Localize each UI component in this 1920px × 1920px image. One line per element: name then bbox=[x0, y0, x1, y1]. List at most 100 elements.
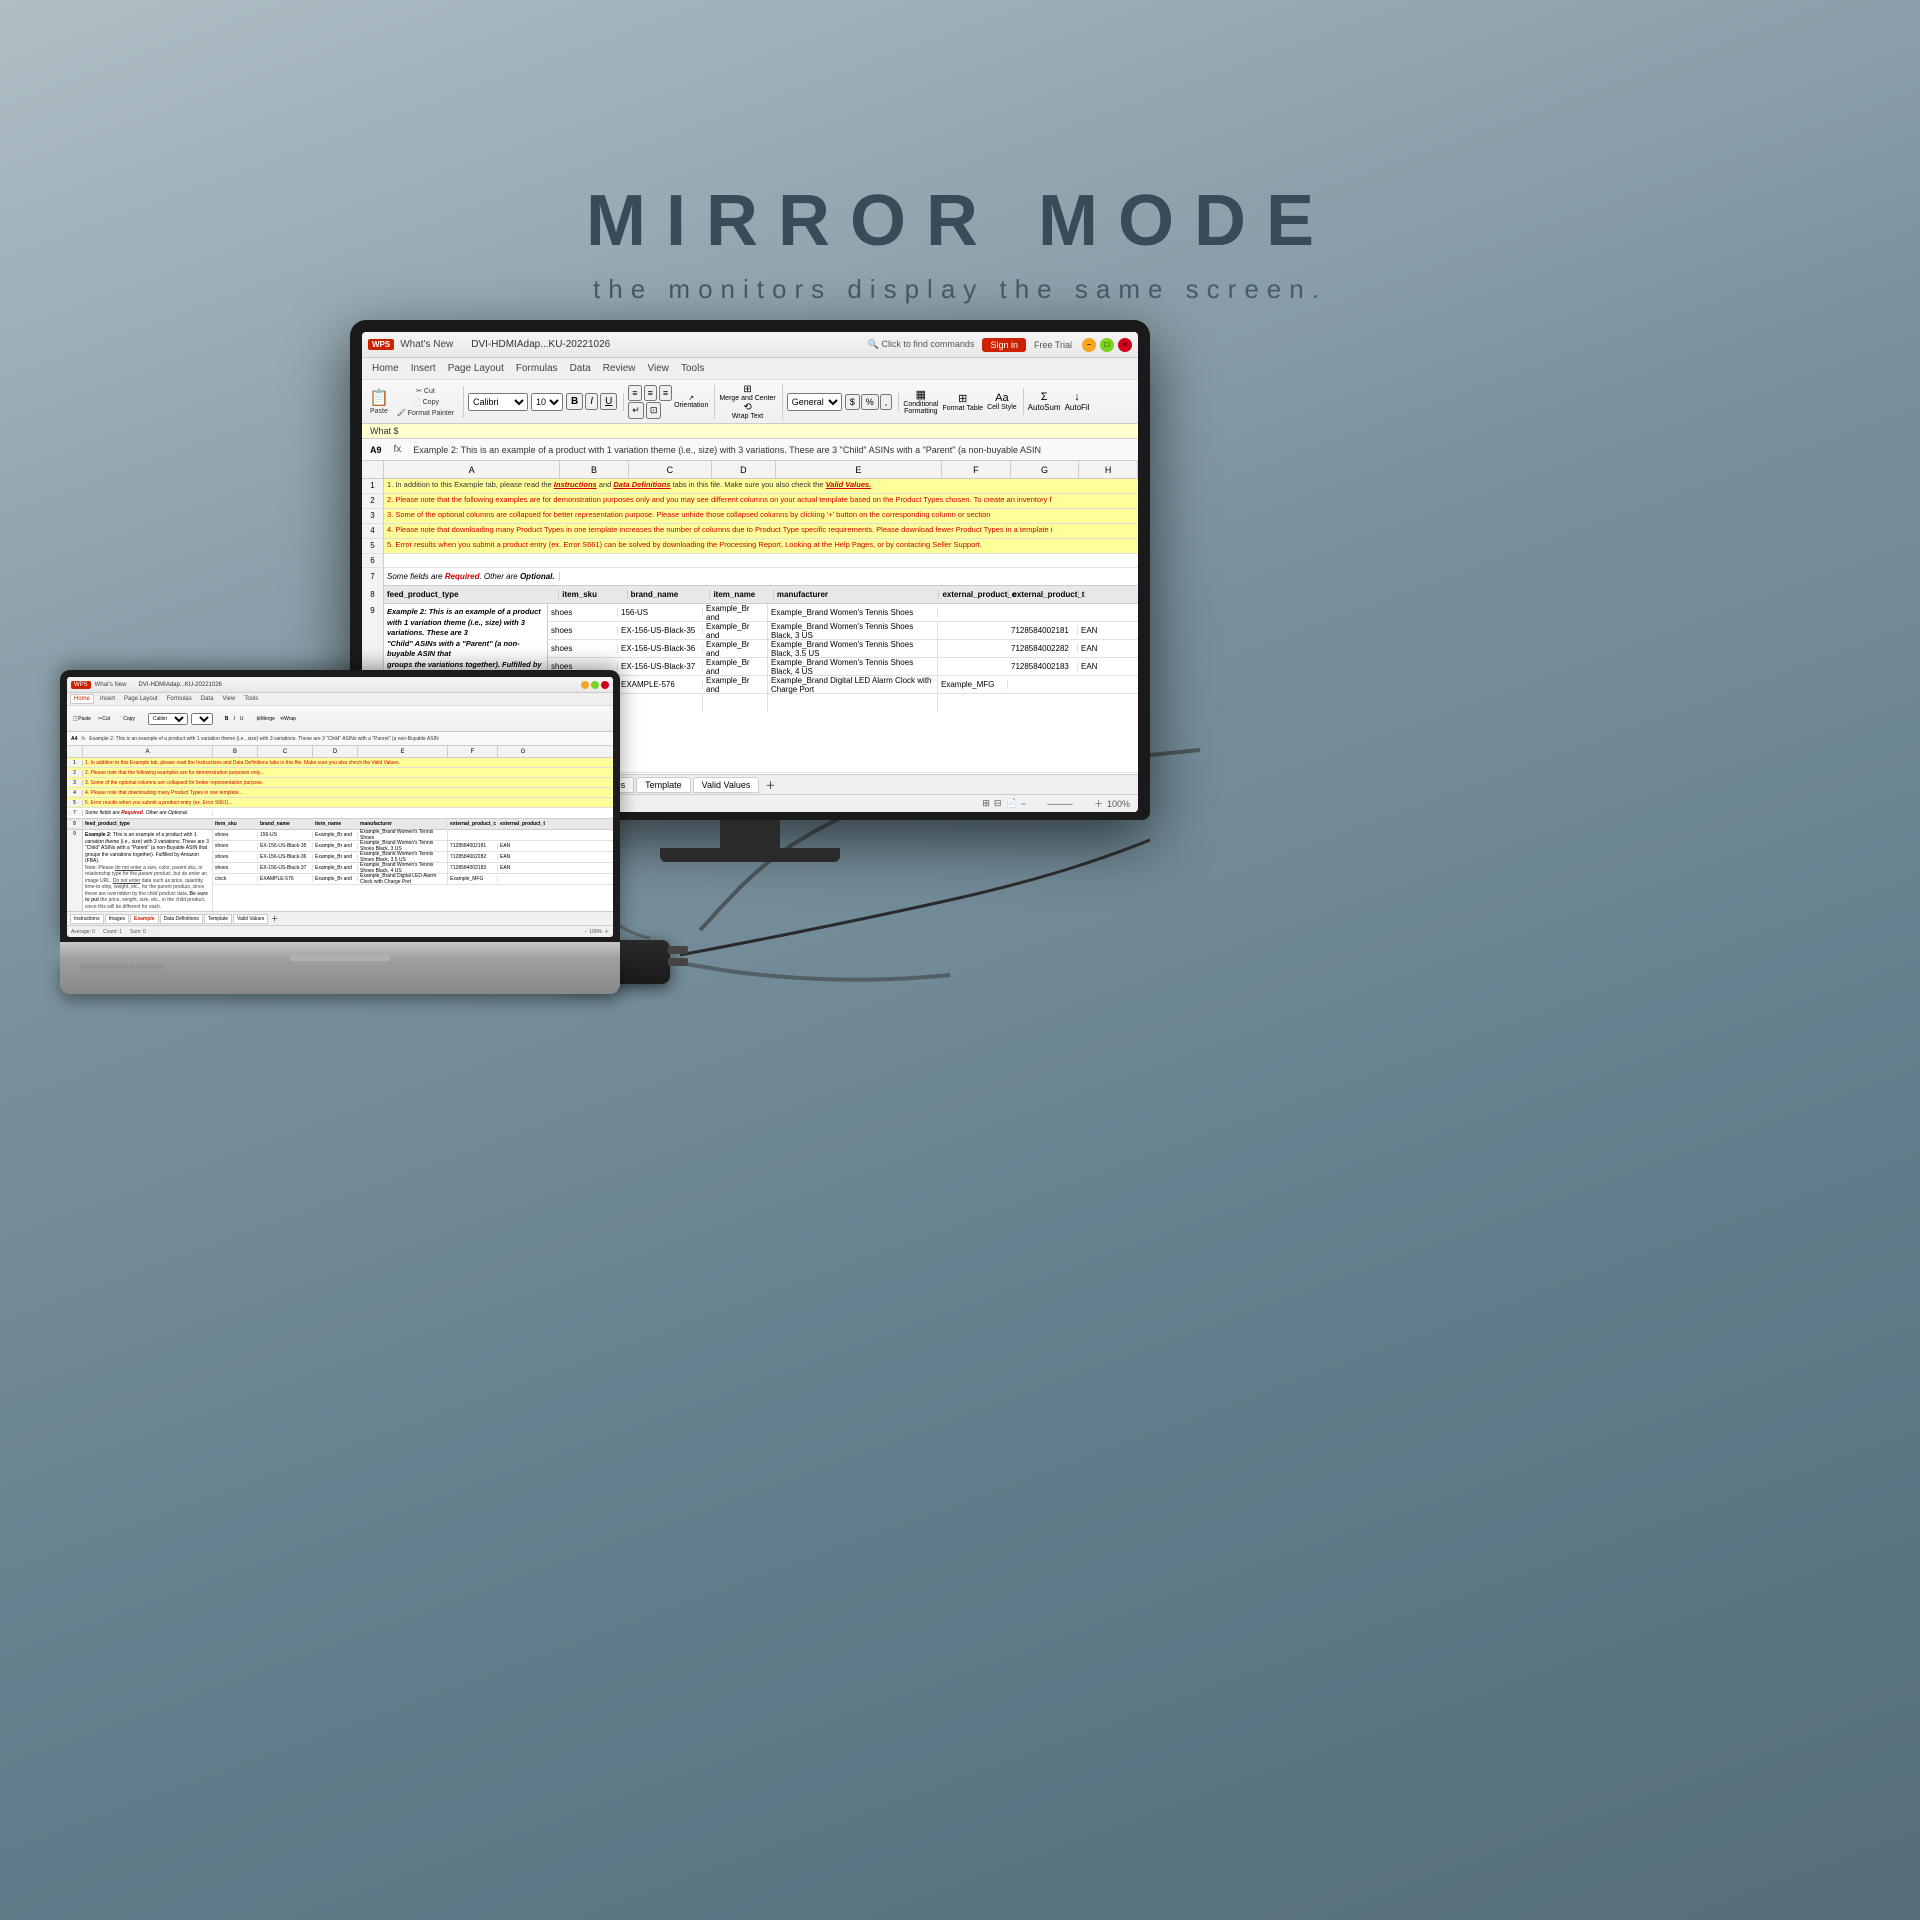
column-headers: A B C D E F G H bbox=[362, 461, 1138, 479]
laptop-zoom: − 100% ＋ bbox=[584, 928, 609, 935]
laptop-italic-btn[interactable]: I bbox=[233, 715, 236, 723]
hdmi-port-1 bbox=[668, 946, 688, 954]
laptop-zoom-in[interactable]: ＋ bbox=[604, 928, 609, 935]
cut-copy-group: ✂ Cut 📄 Copy 🖌 Format Painter bbox=[394, 386, 457, 418]
laptop-formula-content: Example 2: This is an example of a produ… bbox=[89, 736, 609, 742]
laptop-tab-example-active[interactable]: Example bbox=[130, 914, 159, 924]
format-painter-button[interactable]: 🖌 Format Painter bbox=[394, 408, 457, 418]
laptop-tab-template[interactable]: Template bbox=[204, 914, 232, 924]
italic-button[interactable]: I bbox=[585, 393, 598, 410]
tab-page-layout[interactable]: Page Layout bbox=[442, 361, 510, 376]
comma-button[interactable]: , bbox=[880, 394, 893, 410]
wrap-text-button[interactable]: ↵ bbox=[628, 402, 644, 419]
tab-template[interactable]: Template bbox=[636, 777, 691, 793]
laptop-size-select[interactable]: 10 bbox=[191, 713, 213, 725]
tab-valid-values[interactable]: Valid Values bbox=[693, 777, 760, 793]
col-header-e: E bbox=[776, 461, 942, 478]
laptop-copy-btn[interactable]: 📄Copy bbox=[115, 715, 137, 723]
autosum-button[interactable]: Σ AutoSum bbox=[1028, 391, 1061, 412]
tab-formulas[interactable]: Formulas bbox=[510, 361, 564, 376]
laptop-tab-data[interactable]: Data bbox=[198, 695, 217, 703]
laptop-add-tab[interactable]: ＋ bbox=[271, 914, 278, 924]
laptop-tab-insert[interactable]: Insert bbox=[97, 695, 118, 703]
cell-style-button[interactable]: Aa Cell Style bbox=[987, 392, 1017, 411]
view-mode-print[interactable]: 📄 bbox=[1005, 798, 1016, 809]
number-format-select[interactable]: General bbox=[787, 393, 842, 411]
autofill-button[interactable]: ↓ AutoFil bbox=[1065, 391, 1090, 412]
tab-home[interactable]: Home bbox=[366, 361, 405, 376]
merge-center-button[interactable]: ⊡ bbox=[646, 402, 662, 419]
laptop-maximize[interactable] bbox=[591, 681, 599, 689]
format-table-button[interactable]: ⊞ Format Table bbox=[942, 392, 983, 412]
bold-button[interactable]: B bbox=[566, 393, 583, 410]
laptop-tab-formulas[interactable]: Formulas bbox=[164, 695, 195, 703]
view-mode-page[interactable]: ⊟ bbox=[994, 798, 1002, 809]
formula-content: Example 2: This is an example of a produ… bbox=[413, 445, 1130, 455]
laptop-merge-btn[interactable]: ⊞Merge bbox=[256, 715, 276, 723]
laptop-filename: DVI-HDMIAdap...KU-20221026 bbox=[139, 682, 578, 688]
col-header-c: C bbox=[629, 461, 712, 478]
laptop-tab-view[interactable]: View bbox=[219, 695, 238, 703]
font-family-select[interactable]: Calibri bbox=[468, 393, 528, 411]
maximize-button[interactable]: □ bbox=[1100, 338, 1114, 352]
laptop-formula-bar: A4 fx Example 2: This is an example of a… bbox=[67, 732, 613, 746]
laptop-paste-btn[interactable]: 📋Paste bbox=[70, 715, 93, 723]
laptop-close[interactable] bbox=[601, 681, 609, 689]
adapter-ports-right bbox=[668, 946, 688, 966]
laptop-average: Average: 0 bbox=[71, 929, 95, 935]
align-center-button[interactable]: ≡ bbox=[644, 385, 657, 401]
laptop-minimize[interactable] bbox=[581, 681, 589, 689]
laptop-screen-frame: WPS What's New DVI-HDMIAdap...KU-2022102… bbox=[60, 670, 620, 942]
laptop-title-bar: WPS What's New DVI-HDMIAdap...KU-2022102… bbox=[67, 677, 613, 693]
close-button[interactable]: × bbox=[1118, 338, 1132, 352]
percent-button[interactable]: % bbox=[861, 394, 879, 410]
view-mode-normal[interactable]: ⊞ bbox=[982, 798, 990, 809]
laptop-tab-data-defs[interactable]: Data Definitions bbox=[160, 914, 203, 924]
laptop-font-select[interactable]: Calibri bbox=[148, 713, 188, 725]
zoom-slider[interactable]: ──── bbox=[1030, 799, 1090, 809]
row-6: 6 bbox=[362, 554, 1138, 568]
wrap-button[interactable]: ⟲ Wrap Text bbox=[732, 402, 763, 420]
merge-button[interactable]: ⊞ Merge and Center bbox=[719, 384, 775, 402]
conditional-formatting-button[interactable]: ▦ Conditional Formatting bbox=[903, 388, 938, 415]
whats-new-tab[interactable]: What's New bbox=[400, 339, 453, 350]
align-right-button[interactable]: ≡ bbox=[659, 385, 672, 401]
tab-insert[interactable]: Insert bbox=[405, 361, 442, 376]
laptop-bold-btn[interactable]: B bbox=[224, 715, 230, 723]
tab-view[interactable]: View bbox=[641, 361, 675, 376]
tab-review[interactable]: Review bbox=[597, 361, 642, 376]
laptop-tab-home[interactable]: Home bbox=[70, 694, 94, 704]
cut-button[interactable]: ✂ Cut bbox=[413, 386, 438, 396]
add-tab-button[interactable]: ＋ bbox=[765, 777, 775, 792]
laptop-cut-btn[interactable]: ✂Cut bbox=[96, 715, 112, 723]
laptop-toolbar: 📋Paste ✂Cut 📄Copy Calibri 10 B I U ⊞Merg… bbox=[67, 706, 613, 732]
currency-button[interactable]: $ bbox=[845, 394, 860, 410]
laptop-spreadsheet: WPS What's New DVI-HDMIAdap...KU-2022102… bbox=[67, 677, 613, 937]
orientation-button[interactable]: ↗ Orientation bbox=[674, 394, 708, 409]
font-size-select[interactable]: 10 bbox=[531, 393, 563, 411]
laptop-tab-images[interactable]: Images bbox=[105, 914, 129, 924]
laptop-status-bar: Average: 0 Count: 1 Sum: 0 − 100% ＋ bbox=[67, 925, 613, 937]
zoom-in-button[interactable]: ＋ bbox=[1094, 797, 1103, 810]
laptop-tab-tools[interactable]: Tools bbox=[241, 695, 261, 703]
laptop-wrap-btn[interactable]: ⟲Wrap bbox=[279, 715, 297, 723]
underline-button[interactable]: U bbox=[600, 393, 617, 410]
laptop-zoom-out[interactable]: − bbox=[584, 929, 587, 935]
subtitle: the monitors display the same screen. bbox=[586, 274, 1334, 305]
laptop-tab-valid-values[interactable]: Valid Values bbox=[233, 914, 268, 924]
search-hint[interactable]: 🔍 Click to find commands bbox=[868, 339, 975, 350]
laptop-tab-page[interactable]: Page Layout bbox=[121, 695, 161, 703]
zoom-out-button[interactable]: − bbox=[1021, 799, 1026, 809]
laptop-underline-btn[interactable]: U bbox=[239, 715, 245, 723]
tab-data[interactable]: Data bbox=[564, 361, 597, 376]
header-product-id-type: external_product_t bbox=[1009, 590, 1079, 599]
align-left-button[interactable]: ≡ bbox=[628, 385, 641, 401]
copy-button[interactable]: 📄 Copy bbox=[409, 397, 442, 407]
col-header-f: F bbox=[942, 461, 1011, 478]
row-8-headers: 8 feed_product_type item_sku brand_name … bbox=[362, 586, 1138, 604]
signin-button[interactable]: Sign in bbox=[982, 338, 1026, 352]
minimize-button[interactable]: − bbox=[1082, 338, 1096, 352]
tab-tools[interactable]: Tools bbox=[675, 361, 710, 376]
paste-button[interactable]: 📋 Paste bbox=[366, 386, 392, 418]
laptop-tab-instructions[interactable]: Instructions bbox=[70, 914, 104, 924]
